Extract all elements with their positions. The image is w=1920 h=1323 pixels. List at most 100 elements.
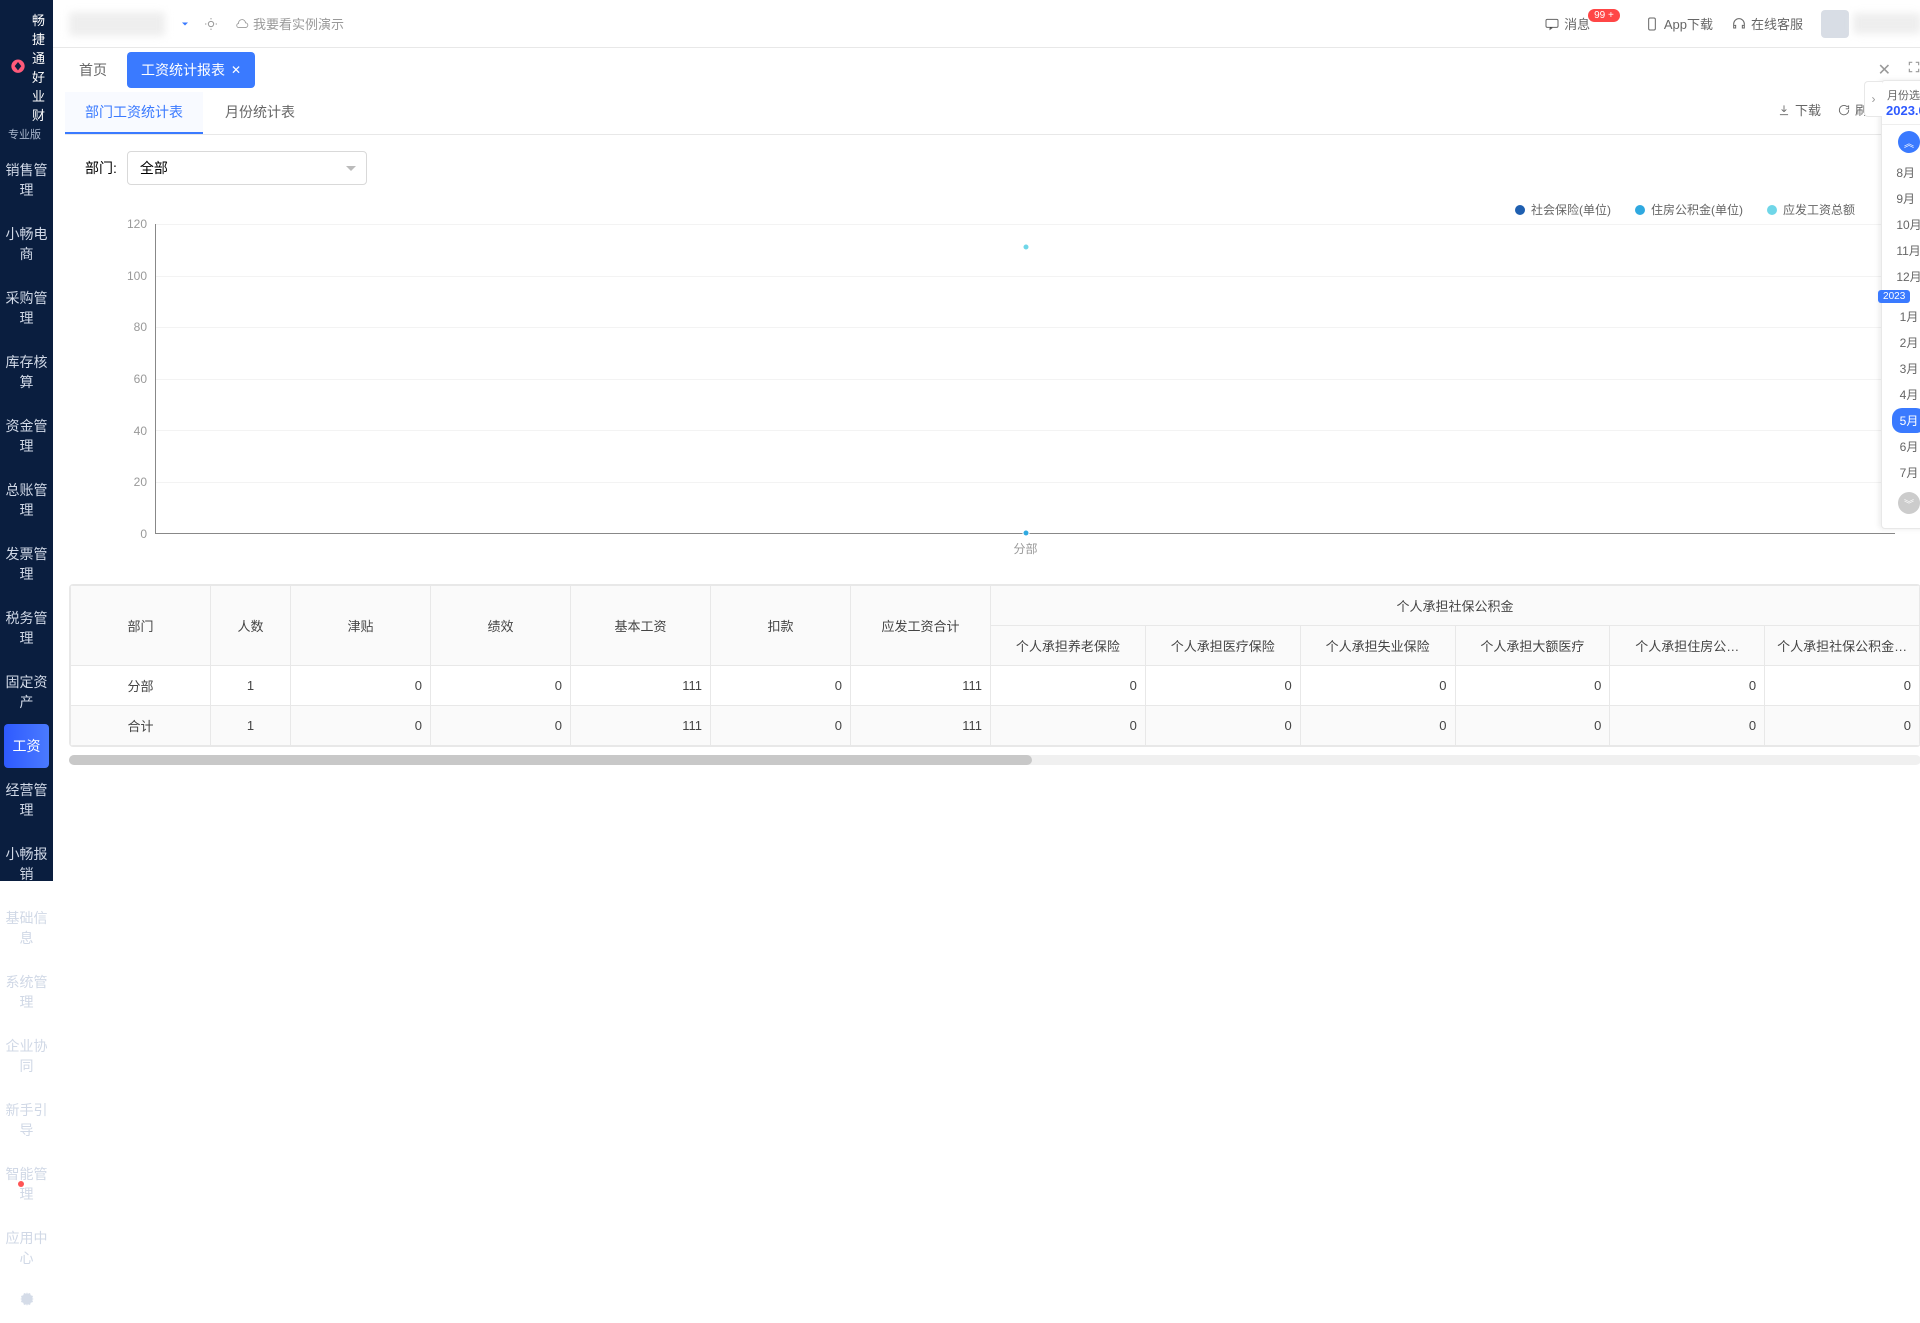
demo-link-label: 我要看实例演示 — [253, 14, 344, 33]
th-total: 个人承担社保公积金… — [1765, 626, 1920, 666]
sidebar-item-8[interactable]: 固定资产 — [0, 660, 53, 724]
filter-row: 部门: 全部 — [65, 135, 1920, 201]
sidebar-item-9[interactable]: 工资 — [4, 724, 49, 768]
month-scroll-up[interactable]: ︽ — [1898, 131, 1920, 153]
sidebar-item-12[interactable]: 基础信息 — [0, 896, 53, 960]
month-item[interactable]: 5月 — [1892, 408, 1920, 433]
sidebar-item-3[interactable]: 库存核算 — [0, 340, 53, 404]
avatar — [1821, 10, 1849, 38]
app-logo-icon — [8, 57, 28, 77]
sidebar-item-13[interactable]: 系统管理 — [0, 960, 53, 1024]
month-item[interactable]: 10月 — [1888, 212, 1920, 237]
y-tick: 40 — [134, 424, 147, 438]
headset-icon — [1731, 16, 1747, 32]
sidebar-item-6[interactable]: 发票管理 — [0, 532, 53, 596]
th-base: 基本工资 — [571, 586, 711, 666]
user-menu[interactable] — [1821, 10, 1920, 38]
chart-area: 社会保险(单位)住房公积金(单位)应发工资总额 020406080100120 … — [65, 201, 1920, 584]
th-medical: 个人承担医疗保险 — [1145, 626, 1300, 666]
month-item[interactable]: 11月 — [1888, 238, 1920, 263]
y-tick: 0 — [140, 527, 147, 541]
th-bigmed: 个人承担大额医疗 — [1455, 626, 1610, 666]
sidebar-item-14[interactable]: 企业协同 — [0, 1024, 53, 1088]
close-icon[interactable]: ✕ — [231, 63, 241, 77]
month-item[interactable]: 8月 — [1888, 160, 1920, 185]
table-row: 分部1001110111000000 — [71, 666, 1920, 706]
gear-icon — [18, 1290, 36, 1308]
chart-data-point[interactable] — [1022, 244, 1029, 251]
chart-y-axis: 020406080100120 — [115, 224, 155, 534]
sidebar-item-5[interactable]: 总账管理 — [0, 468, 53, 532]
month-item[interactable]: 7月 — [1892, 460, 1920, 485]
month-item[interactable]: 9月 — [1888, 186, 1920, 211]
month-picker-header: 月份选择 2023.05 — [1882, 81, 1920, 125]
sidebar-item-2[interactable]: 采购管理 — [0, 276, 53, 340]
sidebar-item-4[interactable]: 资金管理 — [0, 404, 53, 468]
month-item[interactable]: 2月 — [1892, 330, 1920, 355]
month-scroll-down[interactable]: ︾ — [1898, 492, 1920, 514]
th-deduct: 扣款 — [711, 586, 851, 666]
tab-home[interactable]: 首页 — [65, 52, 121, 88]
messages-badge: 99 + — [1588, 9, 1620, 22]
sidebar-item-15[interactable]: 新手引导 — [0, 1088, 53, 1152]
sidebar-item-0[interactable]: 销售管理 — [0, 148, 53, 212]
y-tick: 60 — [134, 372, 147, 386]
chevron-down-icon[interactable] — [179, 18, 191, 30]
top-bar: 我要看实例演示 消息 99 + App下载 在线客服 — [53, 0, 1920, 48]
demo-link[interactable]: 我要看实例演示 — [235, 14, 344, 33]
sidebar-item-17[interactable]: 应用中心 — [0, 1216, 53, 1280]
subtab-month[interactable]: 月份统计表 — [205, 92, 315, 134]
subtab-dept[interactable]: 部门工资统计表 — [65, 92, 203, 134]
content-area: 下载 刷新 部门工资统计表 月份统计表 部门: 全部 社会保险(单位)住房公积金… — [53, 92, 1920, 881]
app-name: 畅捷通好业财 — [32, 10, 45, 124]
th-housing: 个人承担住房公… — [1610, 626, 1765, 666]
message-icon — [1544, 16, 1560, 32]
y-tick: 20 — [134, 475, 147, 489]
month-item[interactable]: 4月 — [1892, 382, 1920, 407]
year-chip: 2023 — [1878, 290, 1910, 303]
y-tick: 80 — [134, 320, 147, 334]
chart-x-label: 分部 — [1014, 540, 1038, 557]
legend-item[interactable]: 住房公积金(单位) — [1635, 201, 1743, 218]
tab-salary-report[interactable]: 工资统计报表 ✕ — [127, 52, 255, 88]
sidebar-item-11[interactable]: 小畅报销 — [0, 832, 53, 896]
chart: 020406080100120 分部 — [95, 224, 1895, 564]
cloud-icon — [235, 17, 249, 31]
download-button[interactable]: 下载 — [1777, 100, 1821, 119]
month-picker-toggle[interactable]: › — [1864, 81, 1882, 117]
sidebar-nav: 销售管理小畅电商采购管理库存核算资金管理总账管理发票管理税务管理固定资产工资经营… — [0, 148, 53, 1280]
sidebar-item-7[interactable]: 税务管理 — [0, 596, 53, 660]
legend-item[interactable]: 应发工资总额 — [1767, 201, 1855, 218]
download-icon — [1777, 103, 1791, 117]
sidebar-settings[interactable] — [0, 1280, 53, 1323]
sidebar-item-10[interactable]: 经营管理 — [0, 768, 53, 832]
left-sidebar: 畅捷通好业财 专业版 销售管理小畅电商采购管理库存核算资金管理总账管理发票管理税… — [0, 0, 53, 881]
customer-service-button[interactable]: 在线客服 — [1731, 14, 1803, 33]
data-table: 部门人数津贴绩效基本工资扣款应发工资合计个人承担社保公积金个人承担养老保险个人承… — [69, 584, 1920, 747]
legend-dot-icon — [1515, 205, 1525, 215]
table-row: 合计1001110111000000 — [71, 706, 1920, 746]
th-payable: 应发工资合计 — [851, 586, 991, 666]
month-item[interactable]: 1月 — [1892, 304, 1920, 329]
sidebar-item-1[interactable]: 小畅电商 — [0, 212, 53, 276]
dept-select[interactable]: 全部 — [127, 151, 367, 185]
legend-item[interactable]: 社会保险(单位) — [1515, 201, 1611, 218]
messages-button[interactable]: 消息 99 + — [1544, 14, 1626, 33]
app-download-button[interactable]: App下载 — [1644, 14, 1713, 33]
chart-data-point[interactable] — [1022, 530, 1029, 537]
th-pension: 个人承担养老保险 — [991, 626, 1146, 666]
month-item[interactable]: 3月 — [1892, 356, 1920, 381]
legend-dot-icon — [1767, 205, 1777, 215]
y-tick: 100 — [127, 269, 147, 283]
th-group: 个人承担社保公积金 — [991, 586, 1920, 626]
month-item[interactable]: 12月 — [1888, 264, 1920, 289]
sidebar-item-16[interactable]: 智能管理 — [0, 1152, 53, 1216]
table-h-scrollbar[interactable] — [69, 755, 1920, 765]
messages-label: 消息 — [1564, 14, 1590, 33]
org-name[interactable] — [69, 12, 165, 36]
filter-label: 部门: — [85, 158, 117, 178]
gear-icon[interactable] — [203, 16, 219, 32]
month-item[interactable]: 6月 — [1892, 434, 1920, 459]
th-count: 人数 — [211, 586, 291, 666]
page-tabs: 首页 工资统计报表 ✕ ✕ — [53, 48, 1920, 92]
